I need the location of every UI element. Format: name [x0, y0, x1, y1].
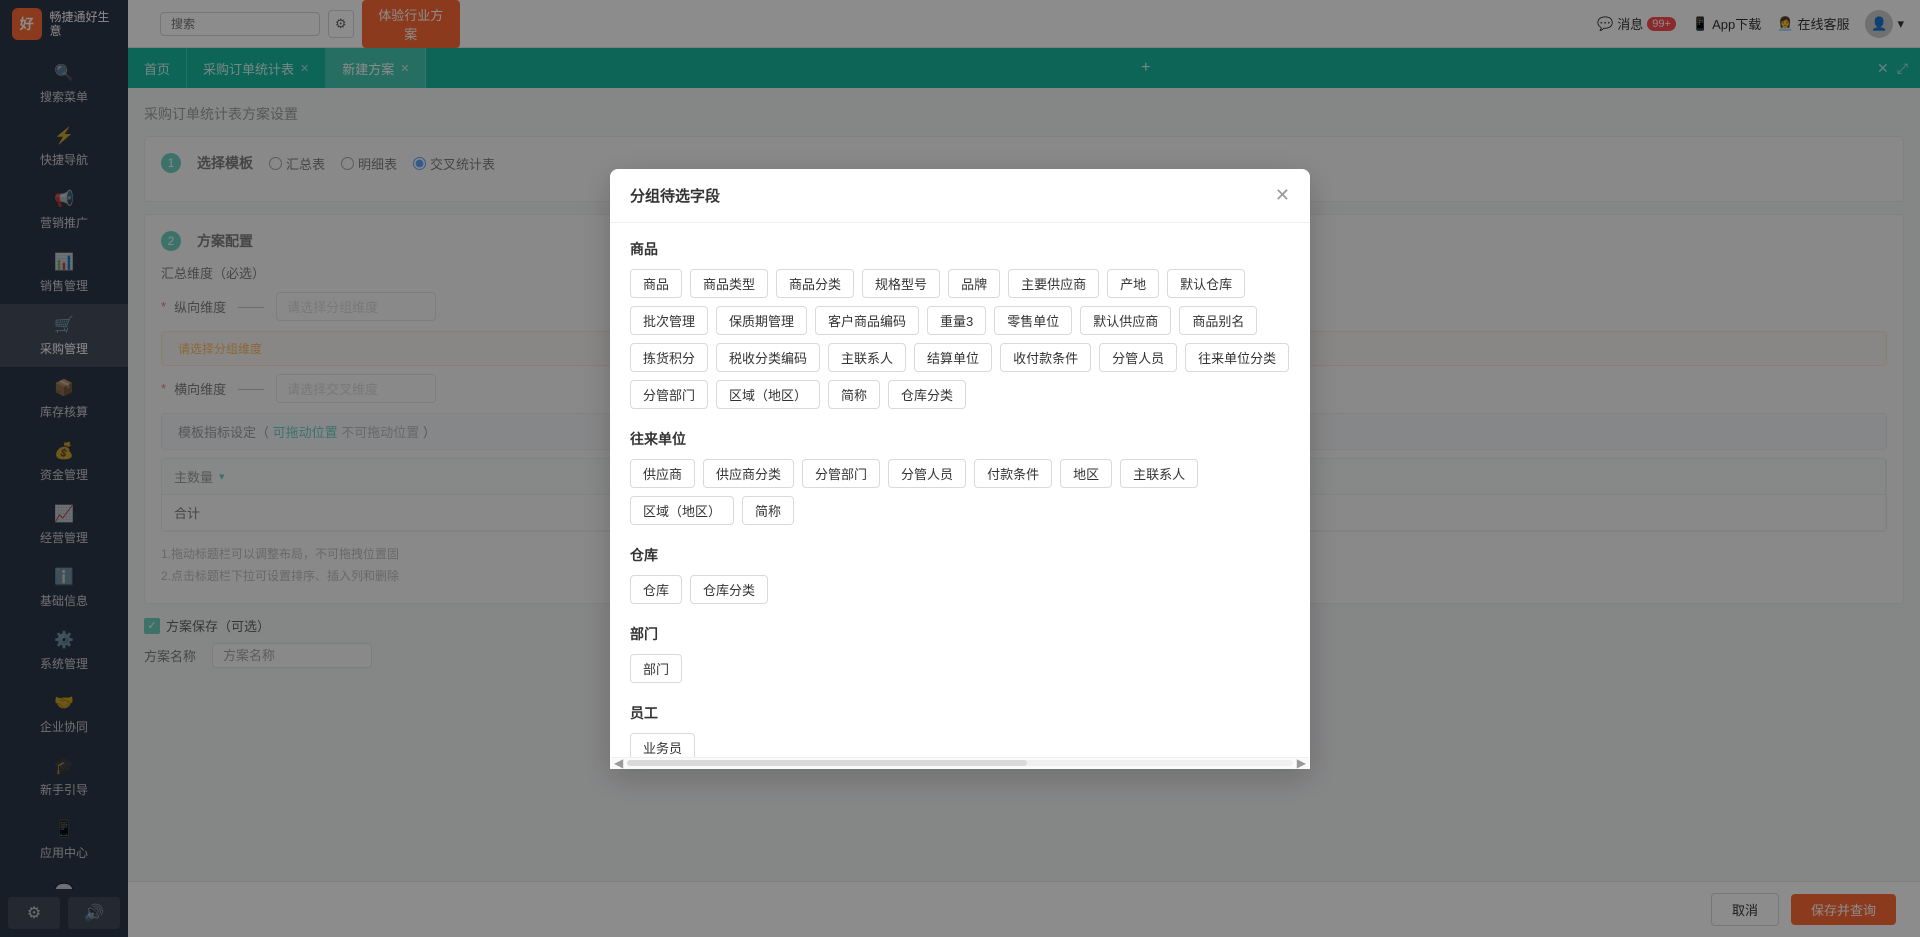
scroll-left-arrow[interactable]: ◀ [614, 756, 623, 770]
modal-close-button[interactable]: ✕ [1275, 186, 1290, 204]
field-tag[interactable]: 税收分类编码 [716, 343, 820, 372]
modal-title: 分组待选字段 [630, 185, 720, 206]
field-tag[interactable]: 品牌 [948, 269, 1000, 298]
scroll-right-arrow[interactable]: ▶ [1297, 756, 1306, 770]
field-tag[interactable]: 付款条件 [974, 459, 1052, 488]
field-tag[interactable]: 保质期管理 [716, 306, 807, 335]
field-tag[interactable]: 分管人员 [888, 459, 966, 488]
field-section-仓库: 仓库仓库仓库分类 [630, 545, 1290, 604]
field-tag[interactable]: 仓库分类 [888, 380, 966, 409]
field-tag[interactable]: 简称 [742, 496, 794, 525]
field-tag[interactable]: 往来单位分类 [1185, 343, 1289, 372]
field-tag[interactable]: 默认供应商 [1080, 306, 1171, 335]
field-section-往来单位: 往来单位供应商供应商分类分管部门分管人员付款条件地区主联系人区域（地区） 简称 [630, 429, 1290, 525]
field-tags: 供应商供应商分类分管部门分管人员付款条件地区主联系人区域（地区） 简称 [630, 459, 1290, 525]
field-tag[interactable]: 分管部门 [802, 459, 880, 488]
field-tag[interactable]: 主要供应商 [1008, 269, 1099, 298]
field-tag[interactable]: 地区 [1060, 459, 1112, 488]
field-tag[interactable]: 默认仓库 [1167, 269, 1245, 298]
field-tag[interactable]: 分管人员 [1099, 343, 1177, 372]
field-tag[interactable]: 部门 [630, 654, 682, 683]
field-tag[interactable]: 商品分类 [776, 269, 854, 298]
field-tag[interactable]: 规格型号 [862, 269, 940, 298]
field-tag[interactable]: 供应商 [630, 459, 695, 488]
field-tag[interactable]: 简称 [828, 380, 880, 409]
field-tag[interactable]: 主联系人 [828, 343, 906, 372]
field-tag[interactable]: 分管部门 [630, 380, 708, 409]
field-tag[interactable]: 零售单位 [994, 306, 1072, 335]
field-tag[interactable]: 供应商分类 [703, 459, 794, 488]
scroll-thumb [627, 760, 1026, 766]
field-tags: 商品商品类型商品分类规格型号品牌主要供应商产地默认仓库批次管理保质期管理客户商品… [630, 269, 1290, 409]
field-tag[interactable]: 业务员 [630, 733, 695, 757]
field-tags: 仓库仓库分类 [630, 575, 1290, 604]
field-tag[interactable]: 仓库 [630, 575, 682, 604]
field-section-员工: 员工业务员 [630, 703, 1290, 757]
field-tag[interactable]: 收付款条件 [1000, 343, 1091, 372]
section-title: 部门 [630, 624, 1290, 644]
field-tag[interactable]: 仓库分类 [690, 575, 768, 604]
field-section-部门: 部门部门 [630, 624, 1290, 683]
field-tag[interactable]: 拣货积分 [630, 343, 708, 372]
field-tags: 部门 [630, 654, 1290, 683]
field-tag[interactable]: 商品类型 [690, 269, 768, 298]
field-tag[interactable]: 产地 [1107, 269, 1159, 298]
section-title: 仓库 [630, 545, 1290, 565]
field-tag[interactable]: 区域（地区） [630, 496, 734, 525]
section-title: 往来单位 [630, 429, 1290, 449]
field-tag[interactable]: 重量3 [927, 306, 986, 335]
section-title: 商品 [630, 239, 1290, 259]
section-title: 员工 [630, 703, 1290, 723]
field-tag[interactable]: 商品 [630, 269, 682, 298]
field-tag[interactable]: 主联系人 [1120, 459, 1198, 488]
modal-body: 商品商品商品类型商品分类规格型号品牌主要供应商产地默认仓库批次管理保质期管理客户… [610, 223, 1310, 757]
field-tags: 业务员 [630, 733, 1290, 757]
field-tag[interactable]: 区域（地区） [716, 380, 820, 409]
scroll-track [627, 760, 1293, 766]
modal-overlay: 分组待选字段 ✕ 商品商品商品类型商品分类规格型号品牌主要供应商产地默认仓库批次… [0, 0, 1920, 937]
field-section-商品: 商品商品商品类型商品分类规格型号品牌主要供应商产地默认仓库批次管理保质期管理客户… [630, 239, 1290, 409]
modal-header: 分组待选字段 ✕ [610, 169, 1310, 223]
modal-scrollbar[interactable]: ◀ ▶ [610, 757, 1310, 769]
field-tag[interactable]: 客户商品编码 [815, 306, 919, 335]
field-tag[interactable]: 商品别名 [1179, 306, 1257, 335]
modal-dialog: 分组待选字段 ✕ 商品商品商品类型商品分类规格型号品牌主要供应商产地默认仓库批次… [610, 169, 1310, 769]
field-tag[interactable]: 结算单位 [914, 343, 992, 372]
field-tag[interactable]: 批次管理 [630, 306, 708, 335]
